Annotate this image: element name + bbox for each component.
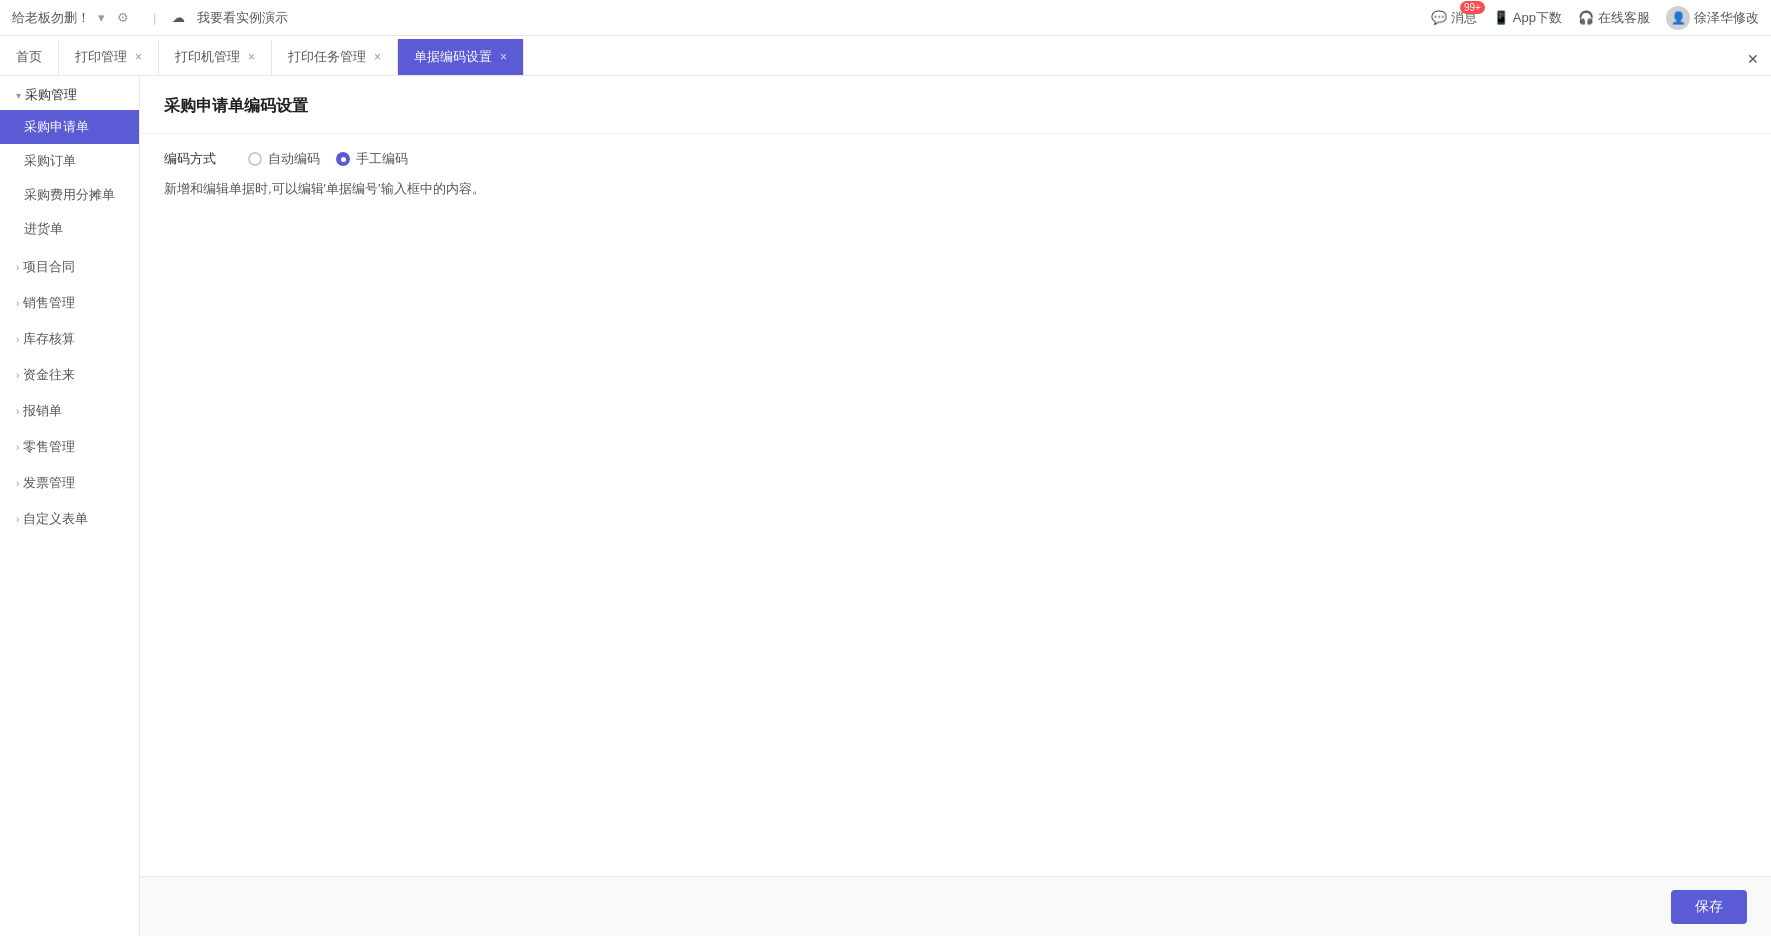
sidebar-item-purchase-request-label: 采购申请单 <box>24 119 89 134</box>
sidebar-group-retail[interactable]: › 零售管理 <box>0 428 139 464</box>
sidebar-group-sales-manage-label: 销售管理 <box>23 294 75 312</box>
tab-print-task-label: 打印任务管理 <box>288 48 366 66</box>
sidebar-item-purchase-order[interactable]: 采购订单 <box>0 144 139 178</box>
tab-printer-manage-label: 打印机管理 <box>175 48 240 66</box>
tab-printer-manage-close[interactable]: × <box>248 50 255 64</box>
purchase-arrow-icon: ▾ <box>16 90 21 101</box>
online-service-button[interactable]: 🎧 在线客服 <box>1578 9 1650 27</box>
content-area: 采购申请单编码设置 编码方式 自动编码 手工编码 <box>140 76 1771 936</box>
tab-single-code-label: 单据编码设置 <box>414 48 492 66</box>
sidebar-group-purchase-label: 采购管理 <box>25 86 77 104</box>
tab-print-task-close[interactable]: × <box>374 50 381 64</box>
manual-code-option[interactable]: 手工编码 <box>336 150 408 168</box>
message-badge: 99+ <box>1460 1 1485 14</box>
coding-method-label: 编码方式 <box>164 150 224 168</box>
main-layout: ▾ 采购管理 采购申请单 采购订单 采购费用分摊单 进货单 › 项目合同 › 销… <box>0 76 1771 936</box>
sidebar-item-purchase-order-label: 采购订单 <box>24 153 76 168</box>
retail-arrow-icon: › <box>16 442 19 453</box>
sidebar-group-capital[interactable]: › 资金往来 <box>0 356 139 392</box>
sidebar-group-inventory[interactable]: › 库存核算 <box>0 320 139 356</box>
manual-code-radio[interactable] <box>336 152 350 166</box>
radio-group: 自动编码 手工编码 <box>248 150 408 168</box>
avatar: 👤 <box>1666 6 1690 30</box>
tab-home-label: 首页 <box>16 48 42 66</box>
sidebar-item-purchase-request[interactable]: 采购申请单 <box>0 110 139 144</box>
tab-print-task[interactable]: 打印任务管理 × <box>272 39 398 75</box>
sidebar-item-stock-in[interactable]: 进货单 <box>0 212 139 246</box>
tab-printer-manage[interactable]: 打印机管理 × <box>159 39 272 75</box>
user-name: 徐泽华修改 <box>1694 9 1759 27</box>
user-menu-button[interactable]: 👤 徐泽华修改 <box>1666 6 1759 30</box>
tab-print-manage-label: 打印管理 <box>75 48 127 66</box>
custom-form-arrow-icon: › <box>16 514 19 525</box>
online-service-label: 在线客服 <box>1598 9 1650 27</box>
sidebar-group-returns[interactable]: › 报销单 <box>0 392 139 428</box>
app-icon: 📱 <box>1493 10 1509 25</box>
message-icon: 💬 <box>1431 10 1447 25</box>
invoice-arrow-icon: › <box>16 478 19 489</box>
tab-single-code[interactable]: 单据编码设置 × <box>398 39 524 75</box>
tab-home[interactable]: 首页 <box>0 39 59 75</box>
app-download-button[interactable]: 📱 App下数 <box>1493 9 1562 27</box>
coding-method-row: 编码方式 自动编码 手工编码 <box>164 150 1747 168</box>
bottom-bar: 保存 <box>140 876 1771 936</box>
headset-icon: 🎧 <box>1578 10 1594 25</box>
window-close-button[interactable]: ✕ <box>1735 43 1771 75</box>
save-button[interactable]: 保存 <box>1671 890 1747 924</box>
tab-print-manage[interactable]: 打印管理 × <box>59 39 159 75</box>
sidebar-group-invoice-label: 发票管理 <box>23 474 75 492</box>
capital-arrow-icon: › <box>16 370 19 381</box>
sidebar-item-purchase-expense[interactable]: 采购费用分摊单 <box>0 178 139 212</box>
sidebar-group-custom-form[interactable]: › 自定义表单 <box>0 500 139 536</box>
dropdown-icon[interactable]: ▾ <box>98 10 105 25</box>
sidebar-group-custom-form-label: 自定义表单 <box>23 510 88 528</box>
sidebar-group-purchase-title[interactable]: ▾ 采购管理 <box>0 76 139 110</box>
settings-icon[interactable]: ⚙ <box>117 10 129 25</box>
sidebar-group-project-contract-label: 项目合同 <box>23 258 75 276</box>
auto-code-option[interactable]: 自动编码 <box>248 150 320 168</box>
hint-text: 新增和编辑单据时,可以编辑'单据编号'输入框中的内容。 <box>164 180 1747 198</box>
auto-code-radio[interactable] <box>248 152 262 166</box>
sidebar-item-purchase-expense-label: 采购费用分摊单 <box>24 187 115 202</box>
settings-section: 编码方式 自动编码 手工编码 新增和编辑单据时,可以编辑'单据编号'输入框中的内… <box>140 134 1771 876</box>
sidebar-group-purchase: ▾ 采购管理 采购申请单 采购订单 采购费用分摊单 进货单 <box>0 76 139 246</box>
top-bar: 给老板勿删！ ▾ ⚙ | ☁ 我要看实例演示 💬 消息 99+ 📱 App下数 … <box>0 0 1771 36</box>
sidebar-group-inventory-label: 库存核算 <box>23 330 75 348</box>
returns-arrow-icon: › <box>16 406 19 417</box>
tab-single-code-close[interactable]: × <box>500 50 507 64</box>
project-contract-arrow-icon: › <box>16 262 19 273</box>
sidebar: ▾ 采购管理 采购申请单 采购订单 采购费用分摊单 进货单 › 项目合同 › 销… <box>0 76 140 936</box>
top-bar-left: 给老板勿删！ ▾ ⚙ | ☁ 我要看实例演示 <box>12 9 288 27</box>
manual-code-label: 手工编码 <box>356 150 408 168</box>
sidebar-group-sales-manage[interactable]: › 销售管理 <box>0 284 139 320</box>
sidebar-item-stock-in-label: 进货单 <box>24 221 63 236</box>
content-header: 采购申请单编码设置 <box>140 76 1771 134</box>
sidebar-group-capital-label: 资金往来 <box>23 366 75 384</box>
auto-code-label: 自动编码 <box>268 150 320 168</box>
sidebar-group-invoice[interactable]: › 发票管理 <box>0 464 139 500</box>
announcement-text: 给老板勿删！ <box>12 9 90 27</box>
tab-bar: 首页 打印管理 × 打印机管理 × 打印任务管理 × 单据编码设置 × ✕ <box>0 36 1771 76</box>
tab-print-manage-close[interactable]: × <box>135 50 142 64</box>
sales-manage-arrow-icon: › <box>16 298 19 309</box>
top-bar-right: 💬 消息 99+ 📱 App下数 🎧 在线客服 👤 徐泽华修改 <box>1431 6 1759 30</box>
message-button[interactable]: 💬 消息 99+ <box>1431 9 1477 27</box>
sidebar-group-returns-label: 报销单 <box>23 402 62 420</box>
demo-link[interactable]: 我要看实例演示 <box>197 9 288 27</box>
app-download-label: App下数 <box>1513 9 1562 27</box>
inventory-arrow-icon: › <box>16 334 19 345</box>
sidebar-group-retail-label: 零售管理 <box>23 438 75 456</box>
page-title: 采购申请单编码设置 <box>164 96 1747 117</box>
sidebar-group-project-contract[interactable]: › 项目合同 <box>0 248 139 284</box>
